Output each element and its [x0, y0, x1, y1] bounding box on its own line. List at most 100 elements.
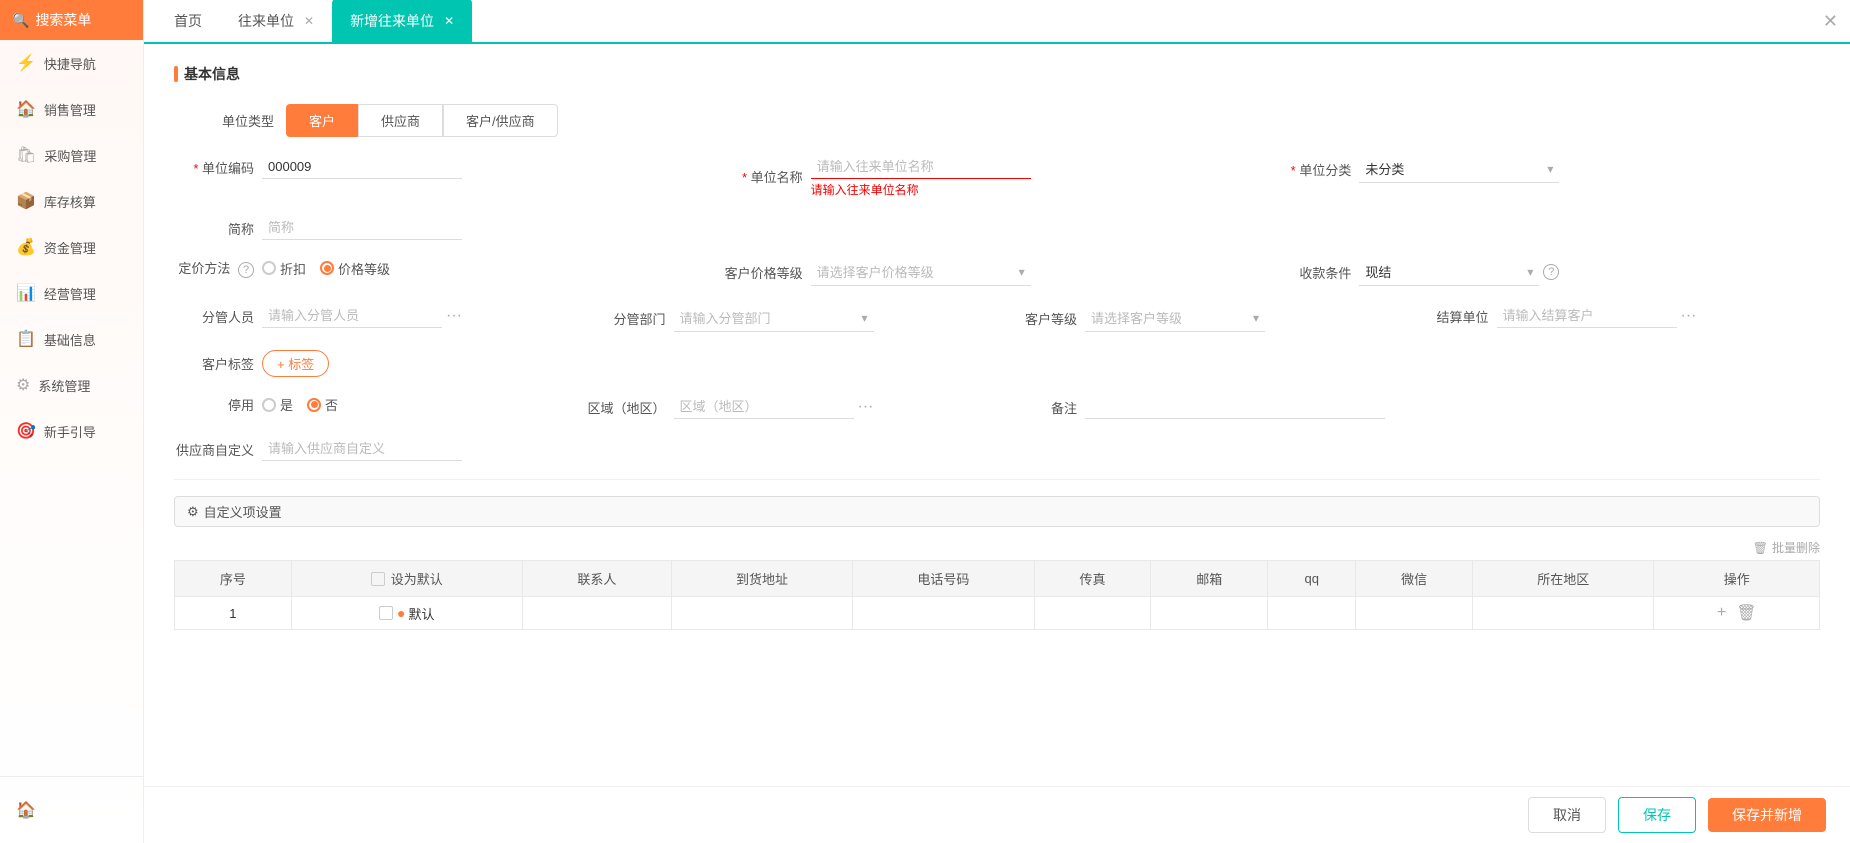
table-header-3: 到货地址: [671, 561, 852, 597]
form-row-2: 简称: [174, 216, 1820, 240]
home-bottom-icon: 🏠: [16, 800, 36, 820]
form-row-3: 定价方法 ? 折扣 价格等级 客户价格等级: [174, 258, 1820, 286]
settlement-field: 结算单位 ···: [1409, 304, 1821, 328]
sidebar-item-basic[interactable]: 📋基础信息: [0, 316, 143, 362]
disable-yes-circle: [262, 398, 276, 412]
type-btn-supplier[interactable]: 供应商: [358, 104, 443, 137]
form-row-7: 供应商自定义: [174, 437, 1820, 461]
customer-level-select[interactable]: 请选择客户等级 ▾: [1085, 304, 1265, 332]
pricing-discount-label: 折扣: [280, 259, 306, 278]
payment-terms-value: 现结: [1365, 262, 1527, 281]
main-content: 首页往来单位✕新增往来单位✕ ✕ 基本信息 单位类型 客户 供应商 客户/供应商…: [144, 0, 1850, 843]
settlement-dots-button[interactable]: ···: [1681, 307, 1697, 325]
pricing-method-label: 定价方法 ?: [174, 258, 254, 278]
tab-close-new-contact[interactable]: ✕: [444, 14, 454, 28]
tab-new-contact[interactable]: 新增往来单位 ✕: [332, 0, 472, 43]
customer-tag-field: 客户标签 + 标签: [174, 350, 586, 377]
table-row: 1 ● 默认 + 🗑: [175, 597, 1820, 630]
sidebar-item-purchase[interactable]: 🛍 采购管理: [0, 132, 143, 178]
department-select[interactable]: 请输入分管部门 ▾: [674, 304, 874, 332]
select-all-checkbox[interactable]: [371, 572, 385, 586]
remark-label: 备注: [997, 398, 1077, 417]
pricing-level-radio[interactable]: 价格等级: [320, 259, 390, 278]
sidebar-item-newbie[interactable]: 🎯 新手引导: [0, 408, 143, 454]
save-button[interactable]: 保存: [1618, 797, 1696, 833]
unit-category-select[interactable]: 未分类 ▾: [1359, 155, 1559, 183]
customer-price-level-value: 请选择客户价格等级: [817, 262, 1019, 281]
tab-home[interactable]: 首页: [156, 0, 220, 43]
default-radio-label: 默认: [409, 604, 435, 623]
settlement-input[interactable]: [1497, 304, 1677, 328]
abbreviation-input[interactable]: [262, 216, 462, 240]
cancel-button[interactable]: 取消: [1528, 797, 1606, 833]
region-dots-button[interactable]: ···: [858, 398, 874, 416]
table-cell-0-7: [1268, 597, 1356, 630]
region-input[interactable]: [674, 395, 854, 419]
custom-settings-button[interactable]: ⚙ 自定义项设置: [174, 496, 1820, 527]
sidebar-item-label-quick-nav: 快捷导航: [44, 54, 96, 73]
disable-yes-radio[interactable]: 是: [262, 395, 293, 414]
unit-code-field: 单位编码: [174, 155, 723, 179]
unit-code-input[interactable]: [262, 155, 462, 179]
payment-terms-select[interactable]: 现结 ▾: [1359, 258, 1539, 286]
row-delete-button-0[interactable]: 🗑: [1733, 603, 1759, 623]
table-cell-0-1: ● 默认: [291, 597, 522, 630]
type-btn-customer[interactable]: 客户: [286, 104, 358, 137]
payment-terms-field: 收款条件 现结 ▾ ?: [1271, 258, 1820, 286]
remark-input[interactable]: [1085, 395, 1385, 419]
customer-price-level-chevron-icon: ▾: [1019, 265, 1025, 279]
sidebar-item-label-finance: 资金管理: [44, 238, 96, 257]
sidebar-item-sales[interactable]: 🏠销售管理: [0, 86, 143, 132]
supplier-custom-input[interactable]: [262, 437, 462, 461]
sidebar-item-label-purchase: 采购管理: [44, 146, 96, 165]
table-cell-0-2: [522, 597, 671, 630]
save-new-button[interactable]: 保存并新增: [1708, 798, 1826, 832]
table-cell-0-9: [1473, 597, 1654, 630]
sidebar-item-finance[interactable]: 💰 资金管理: [0, 224, 143, 270]
sidebar-item-quick-nav[interactable]: ⚡ 快捷导航: [0, 40, 143, 86]
purchase-icon: 🛍: [16, 145, 36, 165]
tag-add-button[interactable]: + 标签: [262, 350, 329, 377]
sidebar-item-label-newbie: 新手引导: [44, 422, 96, 441]
tab-label-contacts: 往来单位: [238, 11, 294, 31]
table-cell-0-8: [1356, 597, 1473, 630]
close-all-tabs-button[interactable]: ✕: [1823, 11, 1838, 32]
tab-bar: 首页往来单位 ✕ 新增往来单位 ✕ ✕: [144, 0, 1850, 44]
search-menu-button[interactable]: 🔍 搜索菜单: [0, 0, 143, 40]
unit-name-input[interactable]: [811, 155, 1031, 179]
finance-icon: 💰: [16, 237, 36, 257]
quick-nav-icon: ⚡: [16, 53, 36, 73]
contact-table: 序号 设为默认 联系人到货地址电话号码传真邮箱qq微信所在地区操作 1 ● 默认…: [174, 560, 1820, 630]
search-menu-label: 搜索菜单: [35, 10, 91, 30]
newbie-icon: 🎯: [16, 421, 36, 441]
manager-label: 分管人员: [174, 307, 254, 326]
disable-no-radio[interactable]: 否: [307, 395, 338, 414]
pricing-radio-group: 折扣 价格等级: [262, 259, 390, 278]
abbreviation-label: 简称: [174, 219, 254, 238]
pricing-discount-radio[interactable]: 折扣: [262, 259, 306, 278]
customer-price-level-select[interactable]: 请选择客户价格等级 ▾: [811, 258, 1031, 286]
gear-icon: ⚙: [187, 504, 199, 520]
tab-label-new-contact: 新增往来单位: [350, 11, 434, 31]
unit-category-field: 单位分类 未分类 ▾: [1271, 155, 1820, 183]
sidebar-item-operation[interactable]: 📊经营管理: [0, 270, 143, 316]
manager-field: 分管人员 ···: [174, 304, 586, 328]
sidebar-item-home-icon[interactable]: 🏠: [0, 787, 143, 833]
manager-dots-button[interactable]: ···: [446, 307, 462, 325]
tab-contacts[interactable]: 往来单位 ✕: [220, 0, 332, 43]
unit-name-field: 单位名称 请输入往来单位名称: [723, 155, 1272, 198]
sidebar-item-system[interactable]: ⚙系统管理: [0, 362, 143, 408]
row-checkbox-0[interactable]: [379, 606, 393, 620]
payment-terms-help-icon[interactable]: ?: [1543, 264, 1559, 280]
disable-yes-label: 是: [280, 395, 293, 414]
table-cell-0-0: 1: [175, 597, 292, 630]
pricing-help-icon[interactable]: ?: [238, 262, 254, 278]
type-btn-both[interactable]: 客户/供应商: [443, 104, 558, 137]
supplier-custom-field: 供应商自定义: [174, 437, 534, 461]
batch-delete-label[interactable]: 批量删除: [1772, 539, 1820, 556]
sidebar-item-inventory[interactable]: 📦库存核算: [0, 178, 143, 224]
custom-settings-label: 自定义项设置: [204, 502, 282, 521]
row-add-button-0[interactable]: +: [1714, 604, 1729, 622]
tab-close-contacts[interactable]: ✕: [304, 14, 314, 28]
manager-input[interactable]: [262, 304, 442, 328]
